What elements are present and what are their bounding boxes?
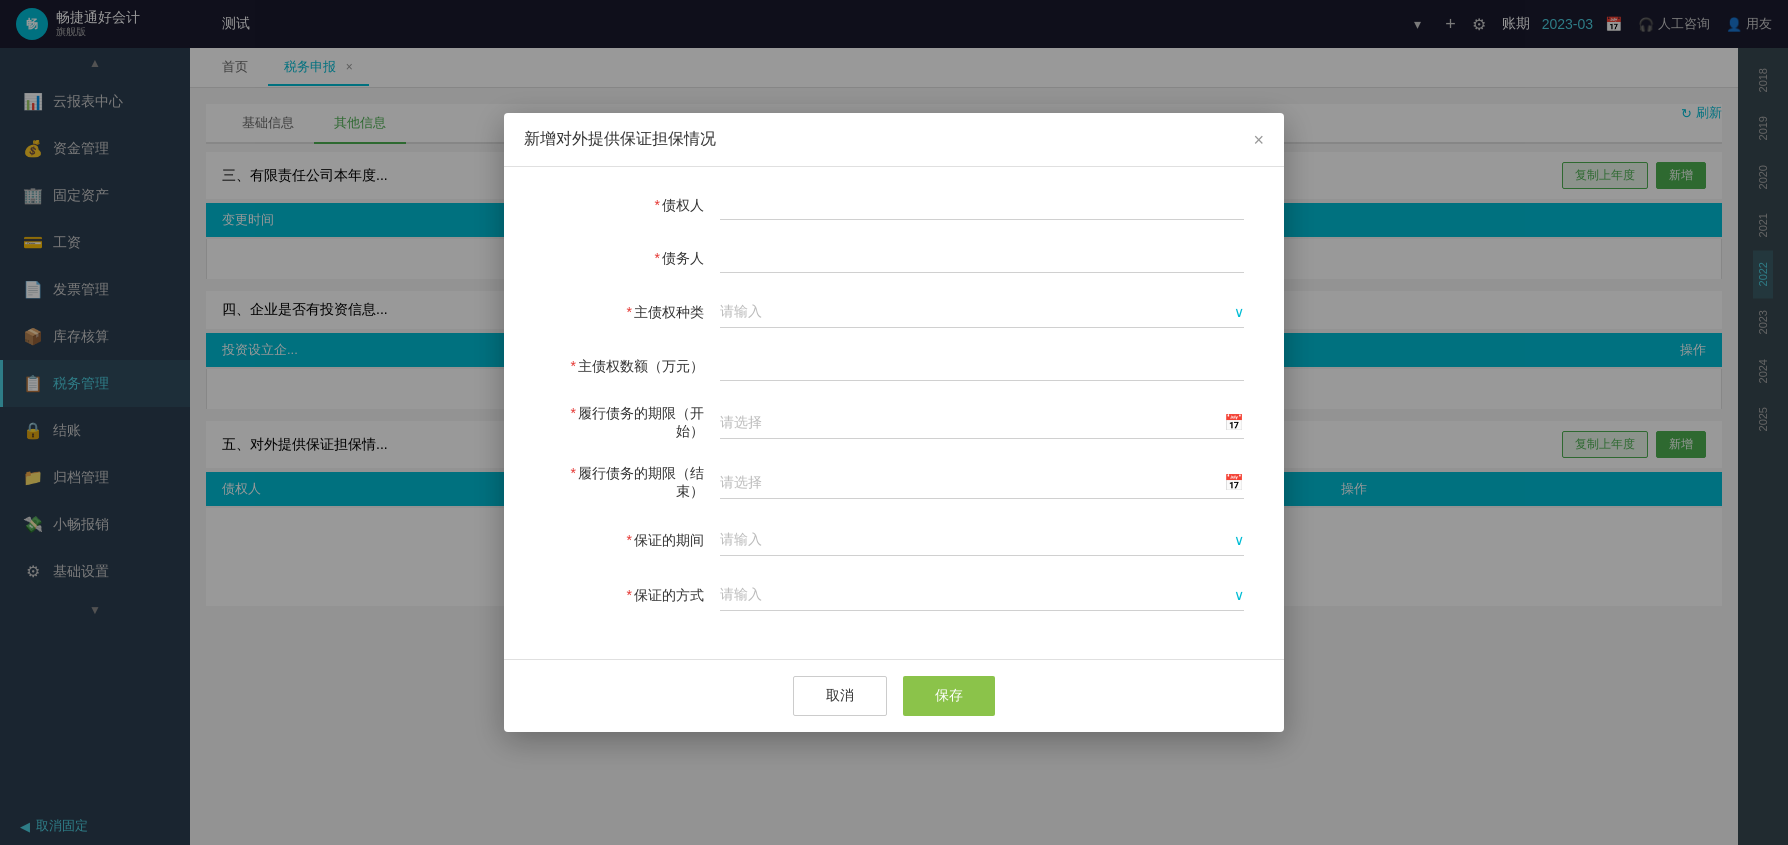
add-guarantee-dialog: 新增对外提供保证担保情况 × *债权人 *债务人 *	[504, 113, 1284, 732]
period-start-field: *履行债务的期限（开始） 请选择 📅	[544, 405, 1244, 441]
dialog-title: 新增对外提供保证担保情况	[524, 129, 716, 150]
debtor-label: *债务人	[544, 250, 704, 268]
period-end-calendar-icon: 📅	[1224, 473, 1244, 492]
period-start-placeholder: 请选择	[720, 414, 1224, 432]
period-start-select[interactable]: 请选择 📅	[720, 407, 1244, 439]
period-end-label: *履行债务的期限（结束）	[544, 465, 704, 501]
period-start-calendar-icon: 📅	[1224, 413, 1244, 432]
dialog-footer: 取消 保存	[504, 659, 1284, 732]
claim-type-chevron-icon: ∨	[1234, 304, 1244, 320]
guarantee-period-select[interactable]: 请输入 ∨	[720, 525, 1244, 556]
guarantee-period-chevron-icon: ∨	[1234, 532, 1244, 548]
cancel-button[interactable]: 取消	[793, 676, 887, 716]
claim-type-field: *主债权种类 请输入 ∨	[544, 297, 1244, 328]
creditor-input[interactable]	[720, 191, 1244, 220]
period-end-select[interactable]: 请选择 📅	[720, 467, 1244, 499]
claim-type-label: *主债权种类	[544, 304, 704, 322]
dialog-header: 新增对外提供保证担保情况 ×	[504, 113, 1284, 167]
claim-amount-field: *主债权数额（万元）	[544, 352, 1244, 381]
guarantee-period-label: *保证的期间	[544, 532, 704, 550]
guarantee-method-select[interactable]: 请输入 ∨	[720, 580, 1244, 611]
guarantee-method-chevron-icon: ∨	[1234, 587, 1244, 603]
claim-amount-input[interactable]	[720, 352, 1244, 381]
guarantee-method-field: *保证的方式 请输入 ∨	[544, 580, 1244, 611]
period-start-label: *履行债务的期限（开始）	[544, 405, 704, 441]
guarantee-method-label: *保证的方式	[544, 587, 704, 605]
claim-amount-label: *主债权数额（万元）	[544, 358, 704, 376]
debtor-field: *债务人	[544, 244, 1244, 273]
creditor-label: *债权人	[544, 197, 704, 215]
save-button[interactable]: 保存	[903, 676, 995, 716]
modal-overlay: 新增对外提供保证担保情况 × *债权人 *债务人 *	[0, 0, 1788, 845]
period-end-placeholder: 请选择	[720, 474, 1224, 492]
guarantee-period-field: *保证的期间 请输入 ∨	[544, 525, 1244, 556]
creditor-field: *债权人	[544, 191, 1244, 220]
period-end-field: *履行债务的期限（结束） 请选择 📅	[544, 465, 1244, 501]
dialog-body: *债权人 *债务人 *主债权种类 请输入 ∨	[504, 167, 1284, 659]
dialog-close-button[interactable]: ×	[1253, 131, 1264, 149]
guarantee-method-placeholder: 请输入	[720, 586, 1234, 604]
claim-type-placeholder: 请输入	[720, 303, 1234, 321]
claim-type-select[interactable]: 请输入 ∨	[720, 297, 1244, 328]
debtor-input[interactable]	[720, 244, 1244, 273]
guarantee-period-placeholder: 请输入	[720, 531, 1234, 549]
